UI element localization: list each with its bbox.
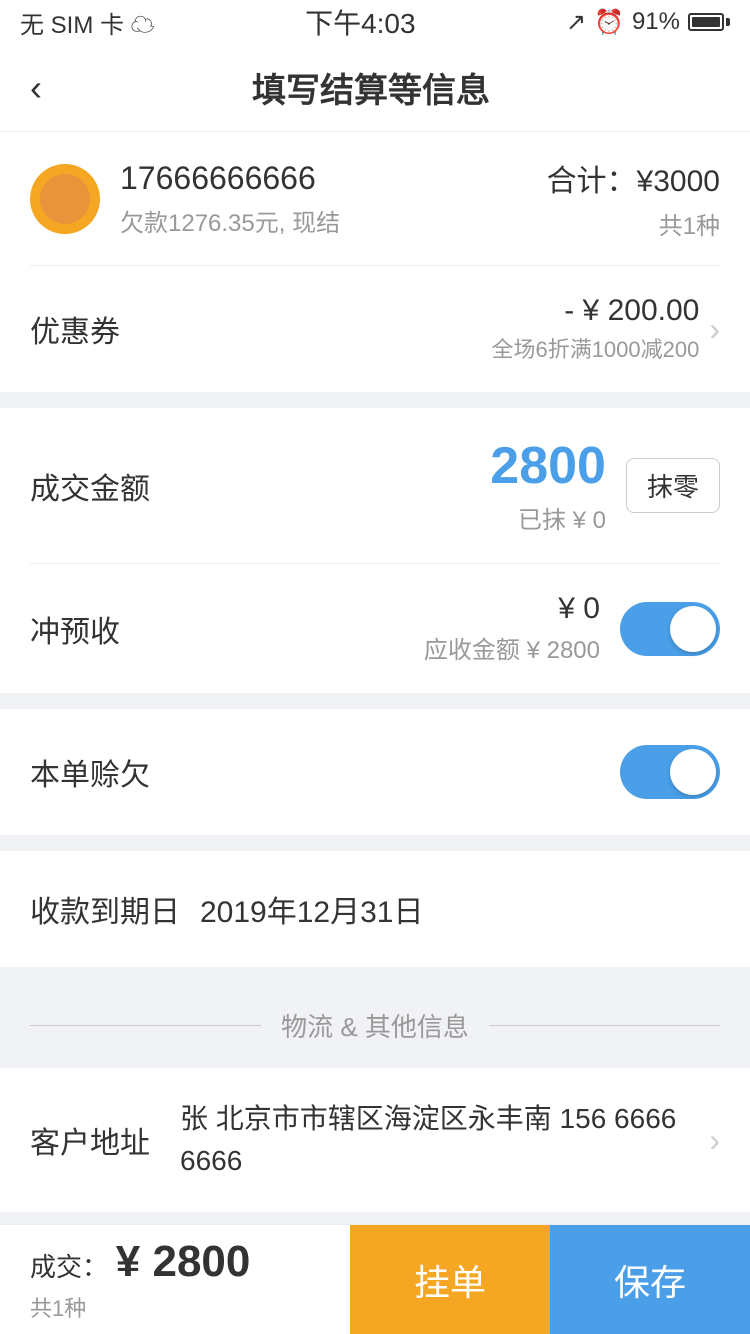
debt-label: 本单赊欠	[30, 750, 150, 794]
back-button[interactable]: ‹	[30, 67, 42, 109]
address-label: 客户地址	[30, 1118, 150, 1162]
location-icon: ↗	[566, 8, 586, 37]
precollect-right: ¥ 0 应收金额 ¥ 2800	[424, 592, 720, 665]
precollect-values: ¥ 0 应收金额 ¥ 2800	[424, 592, 600, 665]
precollect-label: 冲预收	[30, 607, 120, 651]
address-value: 张 北京市市辖区海淀区永丰南 156 6666 6666	[180, 1098, 709, 1182]
round-button[interactable]: 抹零	[626, 458, 720, 513]
amount-label: 成交金额	[30, 464, 150, 508]
nav-bar: ‹ 填写结算等信息	[0, 44, 750, 132]
customer-info: 17666666666 欠款1276.35元, 现结	[120, 160, 547, 238]
debt-toggle[interactable]	[620, 745, 720, 799]
coupon-detail: 全场6折满1000减200	[491, 332, 699, 364]
status-left: 无 SIM 卡 ☁	[20, 5, 155, 40]
precollect-amount: ¥ 0	[424, 592, 600, 626]
total-count: 共1种	[547, 206, 720, 241]
status-bar: 无 SIM 卡 ☁ 下午4:03 ↗ ⏰ 91%	[0, 0, 750, 44]
customer-debt: 欠款1276.35元, 现结	[120, 203, 547, 238]
precollect-sub: 应收金额 ¥ 2800	[424, 630, 600, 665]
battery-percent: 91%	[632, 8, 680, 36]
bottom-count: 共1种	[30, 1291, 320, 1323]
bottom-bar: 成交： ¥ 2800 共1种 挂单 保存	[0, 1224, 750, 1334]
avatar	[30, 164, 100, 234]
bottom-deal-label: 成交：	[30, 1252, 108, 1282]
address-section: 客户地址 张 北京市市辖区海淀区永丰南 156 6666 6666 ›	[0, 1068, 750, 1212]
chevron-right-icon: ›	[709, 311, 720, 348]
coupon-right: - ¥ 200.00 全场6折满1000减200 ›	[491, 294, 720, 364]
duedate-value: 2019年12月31日	[200, 887, 423, 931]
customer-row: 17666666666 欠款1276.35元, 现结 合计：¥3000 共1种	[30, 132, 720, 266]
amount-value: 2800	[490, 436, 606, 496]
status-right: ↗ ⏰ 91%	[566, 8, 730, 37]
coupon-row[interactable]: 优惠券 - ¥ 200.00 全场6折满1000减200 ›	[30, 266, 720, 392]
logistics-separator: 物流 & 其他信息	[0, 983, 750, 1068]
duedate-section: 收款到期日 2019年12月31日	[0, 851, 750, 967]
save-button[interactable]: 保存	[550, 1225, 750, 1334]
pending-button[interactable]: 挂单	[350, 1225, 550, 1334]
debt-section: 本单赊欠	[0, 709, 750, 835]
address-chevron-icon: ›	[709, 1122, 720, 1159]
precollect-row: 冲预收 ¥ 0 应收金额 ¥ 2800	[30, 564, 720, 693]
duedate-label: 收款到期日	[30, 887, 180, 931]
logistics-label: 物流 & 其他信息	[261, 1007, 489, 1044]
precollect-toggle[interactable]	[620, 602, 720, 656]
coupon-discount: - ¥ 200.00	[491, 294, 699, 328]
bottom-deal-line: 成交： ¥ 2800	[30, 1237, 320, 1287]
address-row[interactable]: 客户地址 张 北京市市辖区海淀区永丰南 156 6666 6666 ›	[30, 1068, 720, 1212]
coupon-label: 优惠券	[30, 307, 120, 351]
battery-icon	[688, 13, 730, 31]
customer-total: 合计：¥3000 共1种	[547, 156, 720, 241]
alarm-icon: ⏰	[594, 8, 624, 37]
sim-indicator: 无 SIM 卡 ☁	[20, 5, 155, 40]
debt-row: 本单赊欠	[30, 709, 720, 835]
customer-phone: 17666666666	[120, 160, 547, 197]
customer-section: 17666666666 欠款1276.35元, 现结 合计：¥3000 共1种 …	[0, 132, 750, 392]
bottom-amount: ¥ 2800	[116, 1237, 251, 1286]
amount-section: 成交金额 2800 已抹 ¥ 0 抹零 冲预收 ¥ 0 应收金额 ¥ 2800	[0, 408, 750, 693]
total-amount: 合计：¥3000	[547, 156, 720, 200]
status-time: 下午4:03	[305, 2, 416, 42]
duedate-row: 收款到期日 2019年12月31日	[30, 851, 720, 967]
amount-sub: 已抹 ¥ 0	[490, 500, 606, 535]
bottom-summary: 成交： ¥ 2800 共1种	[0, 1237, 350, 1323]
amount-right: 2800 已抹 ¥ 0 抹零	[490, 436, 720, 535]
amount-row: 成交金额 2800 已抹 ¥ 0 抹零	[30, 408, 720, 563]
page-title: 填写结算等信息	[62, 63, 680, 112]
